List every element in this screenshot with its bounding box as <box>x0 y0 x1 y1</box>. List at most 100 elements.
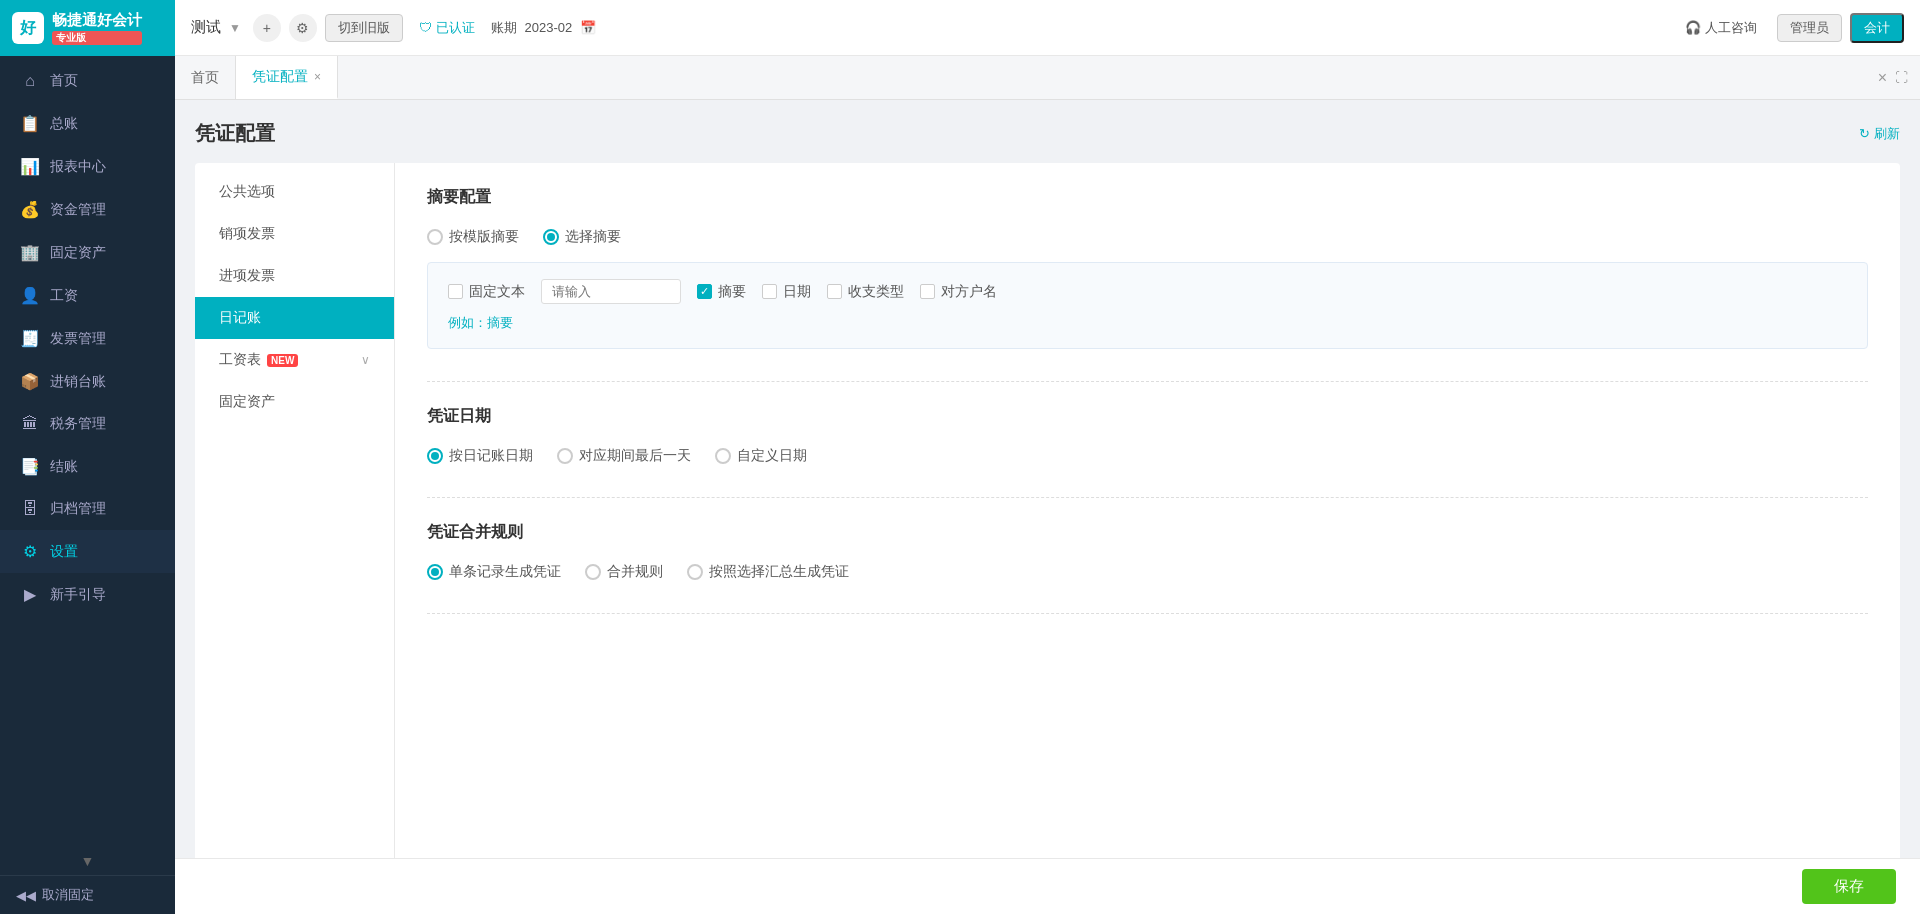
summary-section-title: 摘要配置 <box>427 187 1868 208</box>
company-dropdown-icon[interactable]: ▼ <box>229 21 241 35</box>
tab-voucher-config-label: 凭证配置 <box>252 68 308 86</box>
merge-label: 合并规则 <box>607 563 663 581</box>
menu-payroll-table[interactable]: 工资表 NEW ∨ <box>195 339 394 381</box>
sidebar-item-fixed-assets[interactable]: 🏢 固定资产 <box>0 231 175 274</box>
tabbar-controls: × ⛶ <box>1866 56 1920 99</box>
gear-icon: ⚙ <box>296 20 309 36</box>
radio-template-summary[interactable]: 按模版摘要 <box>427 228 519 246</box>
accountant-button[interactable]: 会计 <box>1850 13 1904 43</box>
settings-button[interactable]: ⚙ <box>289 14 317 42</box>
sidebar-item-funds[interactable]: 💰 资金管理 <box>0 188 175 231</box>
old-version-button[interactable]: 切到旧版 <box>325 14 403 42</box>
fixed-assets-icon: 🏢 <box>20 243 40 262</box>
section-voucher-date: 凭证日期 按日记账日期 对应期间最后一天 自定义日期 <box>427 406 1868 465</box>
new-badge: NEW <box>267 354 298 367</box>
radio-last-day[interactable]: 对应期间最后一天 <box>557 447 691 465</box>
cancel-pin-btn[interactable]: ◀◀ 取消固定 <box>0 875 175 914</box>
menu-journal[interactable]: 日记账 <box>195 297 394 339</box>
sidebar-scroll-down[interactable]: ▼ <box>0 847 175 875</box>
right-content: 摘要配置 按模版摘要 选择摘要 <box>395 163 1900 863</box>
tabbar: 首页 凭证配置 × × ⛶ <box>175 56 1920 100</box>
calendar-icon: 📅 <box>580 20 596 35</box>
sidebar-item-tax[interactable]: 🏛 税务管理 <box>0 403 175 445</box>
main-content: 凭证配置 ↻ 刷新 公共选项 销项发票 进项发票 日记账 <box>175 100 1920 914</box>
sidebar-item-archive[interactable]: 🗄 归档管理 <box>0 488 175 530</box>
radio-select-summary[interactable]: 选择摘要 <box>543 228 621 246</box>
journal-date-circle <box>427 448 443 464</box>
counterparty-checkbox <box>920 284 935 299</box>
sales-ledger-icon: 📦 <box>20 372 40 391</box>
checkbox-fixed-text[interactable]: 固定文本 <box>448 283 525 301</box>
radio-by-journal-date[interactable]: 按日记账日期 <box>427 447 533 465</box>
sidebar-item-guide[interactable]: ▶ 新手引导 <box>0 573 175 616</box>
income-type-checkbox <box>827 284 842 299</box>
ledger-icon: 📋 <box>20 114 40 133</box>
fixed-text-input[interactable] <box>541 279 681 304</box>
tab-voucher-config[interactable]: 凭证配置 × <box>236 56 338 99</box>
sidebar-item-label: 结账 <box>50 458 78 476</box>
close-tab-button[interactable]: × <box>1878 69 1887 87</box>
sidebar-item-sales-ledger[interactable]: 📦 进销台账 <box>0 360 175 403</box>
radio-selected-summary[interactable]: 按照选择汇总生成凭证 <box>687 563 849 581</box>
sidebar-item-home[interactable]: ⌂ 首页 <box>0 60 175 102</box>
sidebar-item-label: 报表中心 <box>50 158 106 176</box>
radio-custom-date[interactable]: 自定义日期 <box>715 447 807 465</box>
journal-date-label: 按日记账日期 <box>449 447 533 465</box>
tab-close-icon[interactable]: × <box>314 70 321 84</box>
sidebar-item-label: 资金管理 <box>50 201 106 219</box>
admin-button[interactable]: 管理员 <box>1777 14 1842 42</box>
last-day-circle <box>557 448 573 464</box>
tab-home[interactable]: 首页 <box>175 56 236 99</box>
refresh-icon: ↻ <box>1859 126 1870 141</box>
example-text: 例如：摘要 <box>448 314 1847 332</box>
sidebar-item-checkout[interactable]: 📑 结账 <box>0 445 175 488</box>
summary-label: 摘要 <box>718 283 746 301</box>
page-header: 凭证配置 ↻ 刷新 <box>195 120 1900 147</box>
custom-date-circle <box>715 448 731 464</box>
sidebar-item-invoice-mgmt[interactable]: 🧾 发票管理 <box>0 317 175 360</box>
refresh-button[interactable]: ↻ 刷新 <box>1859 125 1900 143</box>
menu-public[interactable]: 公共选项 <box>195 171 394 213</box>
content-area: 公共选项 销项发票 进项发票 日记账 工资表 NEW ∨ 固定资产 <box>195 163 1900 863</box>
service-button[interactable]: 🎧 人工咨询 <box>1685 19 1757 37</box>
menu-fixed-assets[interactable]: 固定资产 <box>195 381 394 423</box>
single-circle <box>427 564 443 580</box>
checkbox-income-type[interactable]: 收支类型 <box>827 283 904 301</box>
sidebar-item-label: 设置 <box>50 543 78 561</box>
archive-icon: 🗄 <box>20 500 40 518</box>
voucher-date-radio-group: 按日记账日期 对应期间最后一天 自定义日期 <box>427 447 1868 465</box>
selected-summary-label: 按照选择汇总生成凭证 <box>709 563 849 581</box>
plus-icon: + <box>263 20 271 36</box>
summary-checkbox: ✓ <box>697 284 712 299</box>
cancel-pin-icon: ◀◀ <box>16 888 36 903</box>
settings-icon: ⚙ <box>20 542 40 561</box>
checkbox-counterparty[interactable]: 对方户名 <box>920 283 997 301</box>
sidebar-item-label: 总账 <box>50 115 78 133</box>
date-label: 日期 <box>783 283 811 301</box>
menu-sales-invoice[interactable]: 销项发票 <box>195 213 394 255</box>
headset-icon: 🎧 <box>1685 20 1701 35</box>
sidebar-item-ledger[interactable]: 📋 总账 <box>0 102 175 145</box>
radio-single[interactable]: 单条记录生成凭证 <box>427 563 561 581</box>
income-type-label: 收支类型 <box>848 283 904 301</box>
certified-badge: 🛡 已认证 <box>419 19 475 37</box>
fullscreen-button[interactable]: ⛶ <box>1895 70 1908 85</box>
topbar: 测试 ▼ + ⚙ 切到旧版 🛡 已认证 账期 2023-02 📅 🎧 人工咨询 … <box>175 0 1920 56</box>
footer-bar: 保存 <box>175 858 1920 914</box>
sidebar-item-reports[interactable]: 📊 报表中心 <box>0 145 175 188</box>
radio-merge[interactable]: 合并规则 <box>585 563 663 581</box>
summary-radio-group: 按模版摘要 选择摘要 <box>427 228 1868 246</box>
checkbox-summary[interactable]: ✓ 摘要 <box>697 283 746 301</box>
period-label: 账期 2023-02 📅 <box>491 19 596 37</box>
logo-text: 畅捷通好会计 专业版 <box>52 11 142 45</box>
menu-purchase-invoice[interactable]: 进项发票 <box>195 255 394 297</box>
add-tab-button[interactable]: + <box>253 14 281 42</box>
checkbox-date[interactable]: 日期 <box>762 283 811 301</box>
save-button[interactable]: 保存 <box>1802 869 1896 904</box>
sidebar-item-settings[interactable]: ⚙ 设置 <box>0 530 175 573</box>
sidebar-item-payroll[interactable]: 👤 工资 <box>0 274 175 317</box>
sidebar: 好 畅捷通好会计 专业版 ⌂ 首页 📋 总账 📊 报表中心 💰 资金管理 🏢 固… <box>0 0 175 914</box>
app-logo: 好 畅捷通好会计 专业版 <box>0 0 175 56</box>
payroll-icon: 👤 <box>20 286 40 305</box>
sidebar-item-label: 发票管理 <box>50 330 106 348</box>
